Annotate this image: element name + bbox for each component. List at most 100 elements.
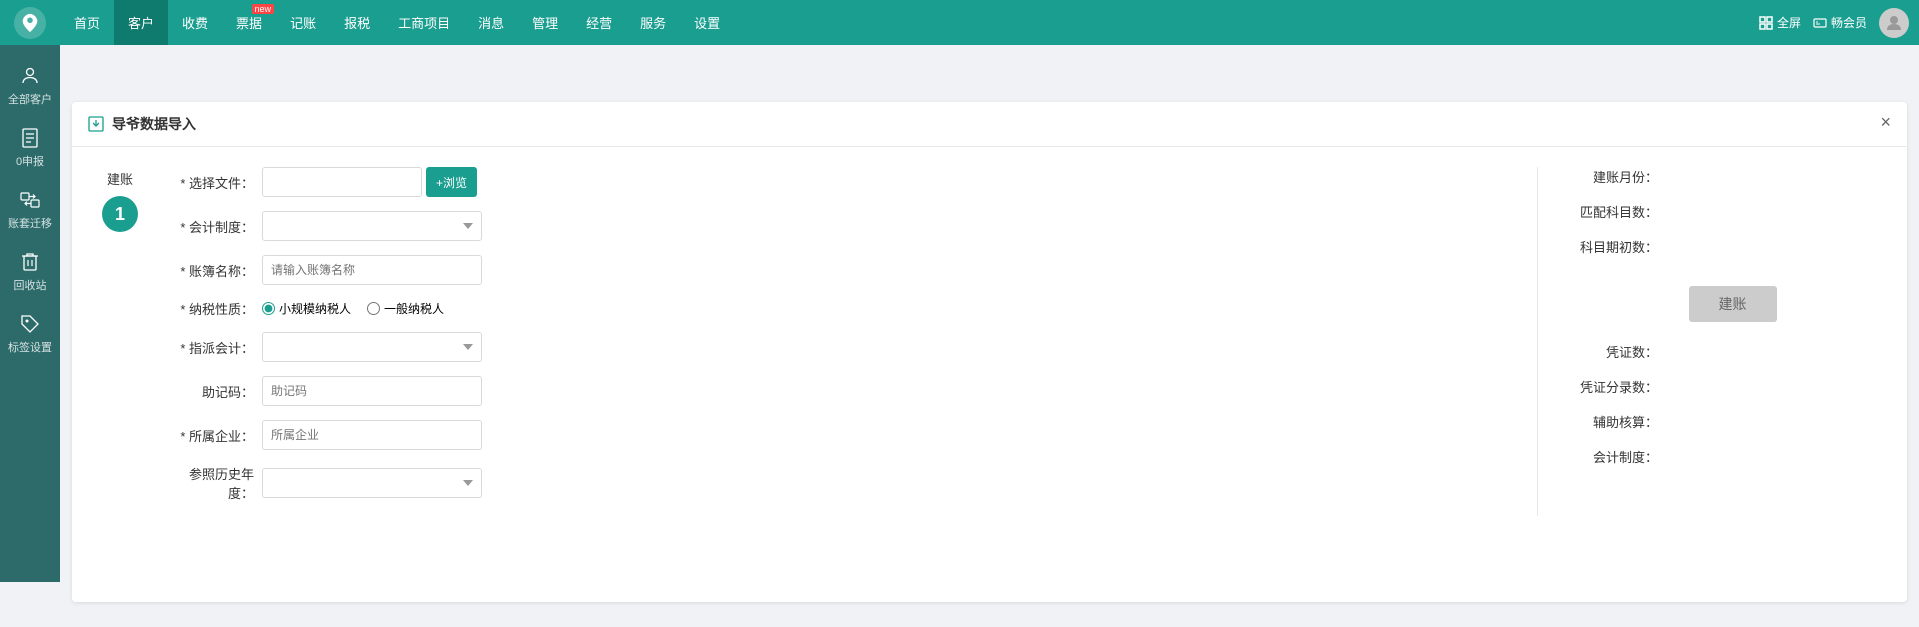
accounting-system-select[interactable] (262, 211, 482, 241)
tax-type-row: * 纳税性质： 小规模纳税人 一般纳税人 (174, 299, 1507, 318)
nav-services[interactable]: 服务 (626, 0, 680, 45)
ledger-name-row: * 账簿名称： (174, 255, 1507, 285)
nav-tax[interactable]: 报税 (330, 0, 384, 45)
modal-header: 导爷数据导入 (72, 102, 1907, 147)
voucher-records-label: 凭证分录数： (1568, 377, 1658, 396)
small-taxpayer-option[interactable]: 小规模纳税人 (262, 300, 351, 317)
affiliated-company-row: * 所属企业： (174, 420, 1507, 450)
reference-year-label: 参照历史年度： (174, 464, 254, 502)
general-taxpayer-label: 一般纳税人 (384, 300, 444, 317)
auxiliary-row: 辅助核算： (1568, 412, 1877, 431)
match-subjects-row: 匹配科目数： (1568, 202, 1877, 221)
reference-year-select[interactable] (262, 468, 482, 498)
create-month-row: 建账月份： (1568, 167, 1877, 186)
sidebar-item-customers[interactable]: 全部客户 (0, 55, 60, 117)
nav-items: 首页 客户 收费 票据 new 记账 报税 工商项目 消息 管理 经营 服务 设… (60, 0, 1759, 45)
ledger-name-input[interactable] (262, 255, 482, 285)
file-input-wrapper: +浏览 (262, 167, 477, 197)
fullscreen-label: 全屏 (1777, 14, 1801, 31)
main-area: 导爷数据导入 × 建账 1 * 选择文件： (60, 90, 1919, 627)
small-taxpayer-label: 小规模纳税人 (279, 300, 351, 317)
logo-svg (19, 12, 41, 34)
sidebar-tags-label: 标签设置 (8, 339, 52, 355)
sidebar-item-recycle[interactable]: 回收站 (0, 241, 60, 303)
sidebar-item-migration[interactable]: 账套迁移 (0, 179, 60, 241)
logo-icon (14, 7, 46, 39)
accounting-system-row: * 会计制度： (174, 211, 1507, 241)
accountant-row: * 指派会计： (174, 332, 1507, 362)
voucher-count-row: 凭证数： (1568, 342, 1877, 361)
transfer-icon (19, 189, 41, 211)
user-avatar[interactable] (1879, 8, 1909, 38)
sidebar-item-declaration[interactable]: 0申报 (0, 117, 60, 179)
general-taxpayer-option[interactable]: 一般纳税人 (367, 300, 444, 317)
nav-customers[interactable]: 客户 (114, 0, 168, 45)
fullscreen-btn[interactable]: 全屏 (1759, 14, 1801, 31)
vip-btn[interactable]: 畅会员 (1813, 14, 1867, 31)
sidebar-item-tags[interactable]: 标签设置 (0, 303, 60, 365)
match-subjects-label: 匹配科目数： (1568, 202, 1658, 221)
subject-initial-row: 科目期初数： (1568, 237, 1877, 256)
trash-icon (19, 251, 41, 273)
fullscreen-icon (1759, 16, 1773, 30)
nav-business[interactable]: 工商项目 (384, 0, 464, 45)
file-input[interactable] (262, 167, 422, 197)
browse-button[interactable]: +浏览 (426, 167, 477, 197)
file-row: * 选择文件： +浏览 (174, 167, 1507, 197)
users-icon (19, 65, 41, 87)
nav-billing[interactable]: 收费 (168, 0, 222, 45)
nav-invoices[interactable]: 票据 new (222, 0, 276, 45)
nav-messages[interactable]: 消息 (464, 0, 518, 45)
nav-operations[interactable]: 经营 (572, 0, 626, 45)
modal-body: 建账 1 * 选择文件： +浏览 (72, 147, 1907, 536)
nav-settings[interactable]: 设置 (680, 0, 734, 45)
reference-year-row: 参照历史年度： (174, 464, 1507, 502)
subject-initial-label: 科目期初数： (1568, 237, 1658, 256)
modal-card: 导爷数据导入 × 建账 1 * 选择文件： (72, 102, 1907, 602)
affiliated-company-input[interactable] (262, 420, 482, 450)
sidebar: 全部客户 0申报 账套迁移 回收站 (0, 45, 60, 582)
modal-title: 导爷数据导入 (112, 114, 196, 134)
form-area: * 选择文件： +浏览 * 会计制度： (154, 167, 1507, 516)
affiliated-company-label: * 所属企业： (174, 426, 254, 445)
form-section: 建账 1 * 选择文件： +浏览 (102, 167, 1537, 516)
sidebar-migration-label: 账套迁移 (8, 215, 52, 231)
sidebar-customers-label: 全部客户 (8, 91, 52, 107)
create-month-label: 建账月份： (1568, 167, 1658, 186)
file-icon (19, 127, 41, 149)
new-badge: new (252, 4, 275, 14)
logo[interactable] (10, 3, 50, 43)
nav-management[interactable]: 管理 (518, 0, 572, 45)
accountant-select[interactable] (262, 332, 482, 362)
tag-icon (19, 313, 41, 335)
accounting-system2-label: 会计制度： (1568, 447, 1658, 466)
nav-bookkeeping[interactable]: 记账 (276, 0, 330, 45)
accounting-system2-row: 会计制度： (1568, 447, 1877, 466)
auxiliary-label: 辅助核算： (1568, 412, 1658, 431)
sidebar-declaration-label: 0申报 (16, 153, 44, 169)
nav-right: 全屏 畅会员 (1759, 8, 1909, 38)
tax-type-label: * 纳税性质： (174, 299, 254, 318)
voucher-count-label: 凭证数： (1568, 342, 1658, 361)
vip-label: 畅会员 (1831, 14, 1867, 31)
info-section: 建账月份： 匹配科目数： 科目期初数： 建账 凭证数： (1537, 167, 1877, 516)
voucher-records-row: 凭证分录数： (1568, 377, 1877, 396)
step-badge: 1 (102, 196, 138, 232)
sidebar-recycle-label: 回收站 (14, 277, 47, 293)
ledger-name-label: * 账簿名称： (174, 261, 254, 280)
avatar-icon (1884, 13, 1904, 33)
memo-code-input[interactable] (262, 376, 482, 406)
memo-code-label: 助记码： (174, 382, 254, 401)
import-icon (88, 116, 104, 132)
nav-home[interactable]: 首页 (60, 0, 114, 45)
tax-type-radio-group: 小规模纳税人 一般纳税人 (262, 300, 444, 317)
create-account-button[interactable]: 建账 (1689, 286, 1777, 322)
accounting-system-label: * 会计制度： (174, 217, 254, 236)
accountant-label: * 指派会计： (174, 338, 254, 357)
top-navigation: 首页 客户 收费 票据 new 记账 报税 工商项目 消息 管理 经营 服务 设… (0, 0, 1919, 45)
vip-icon (1813, 16, 1827, 30)
step-section-label: 建账 (107, 169, 133, 188)
modal-close-button[interactable]: × (1880, 112, 1891, 133)
memo-code-row: 助记码： (174, 376, 1507, 406)
file-label: * 选择文件： (174, 173, 254, 192)
